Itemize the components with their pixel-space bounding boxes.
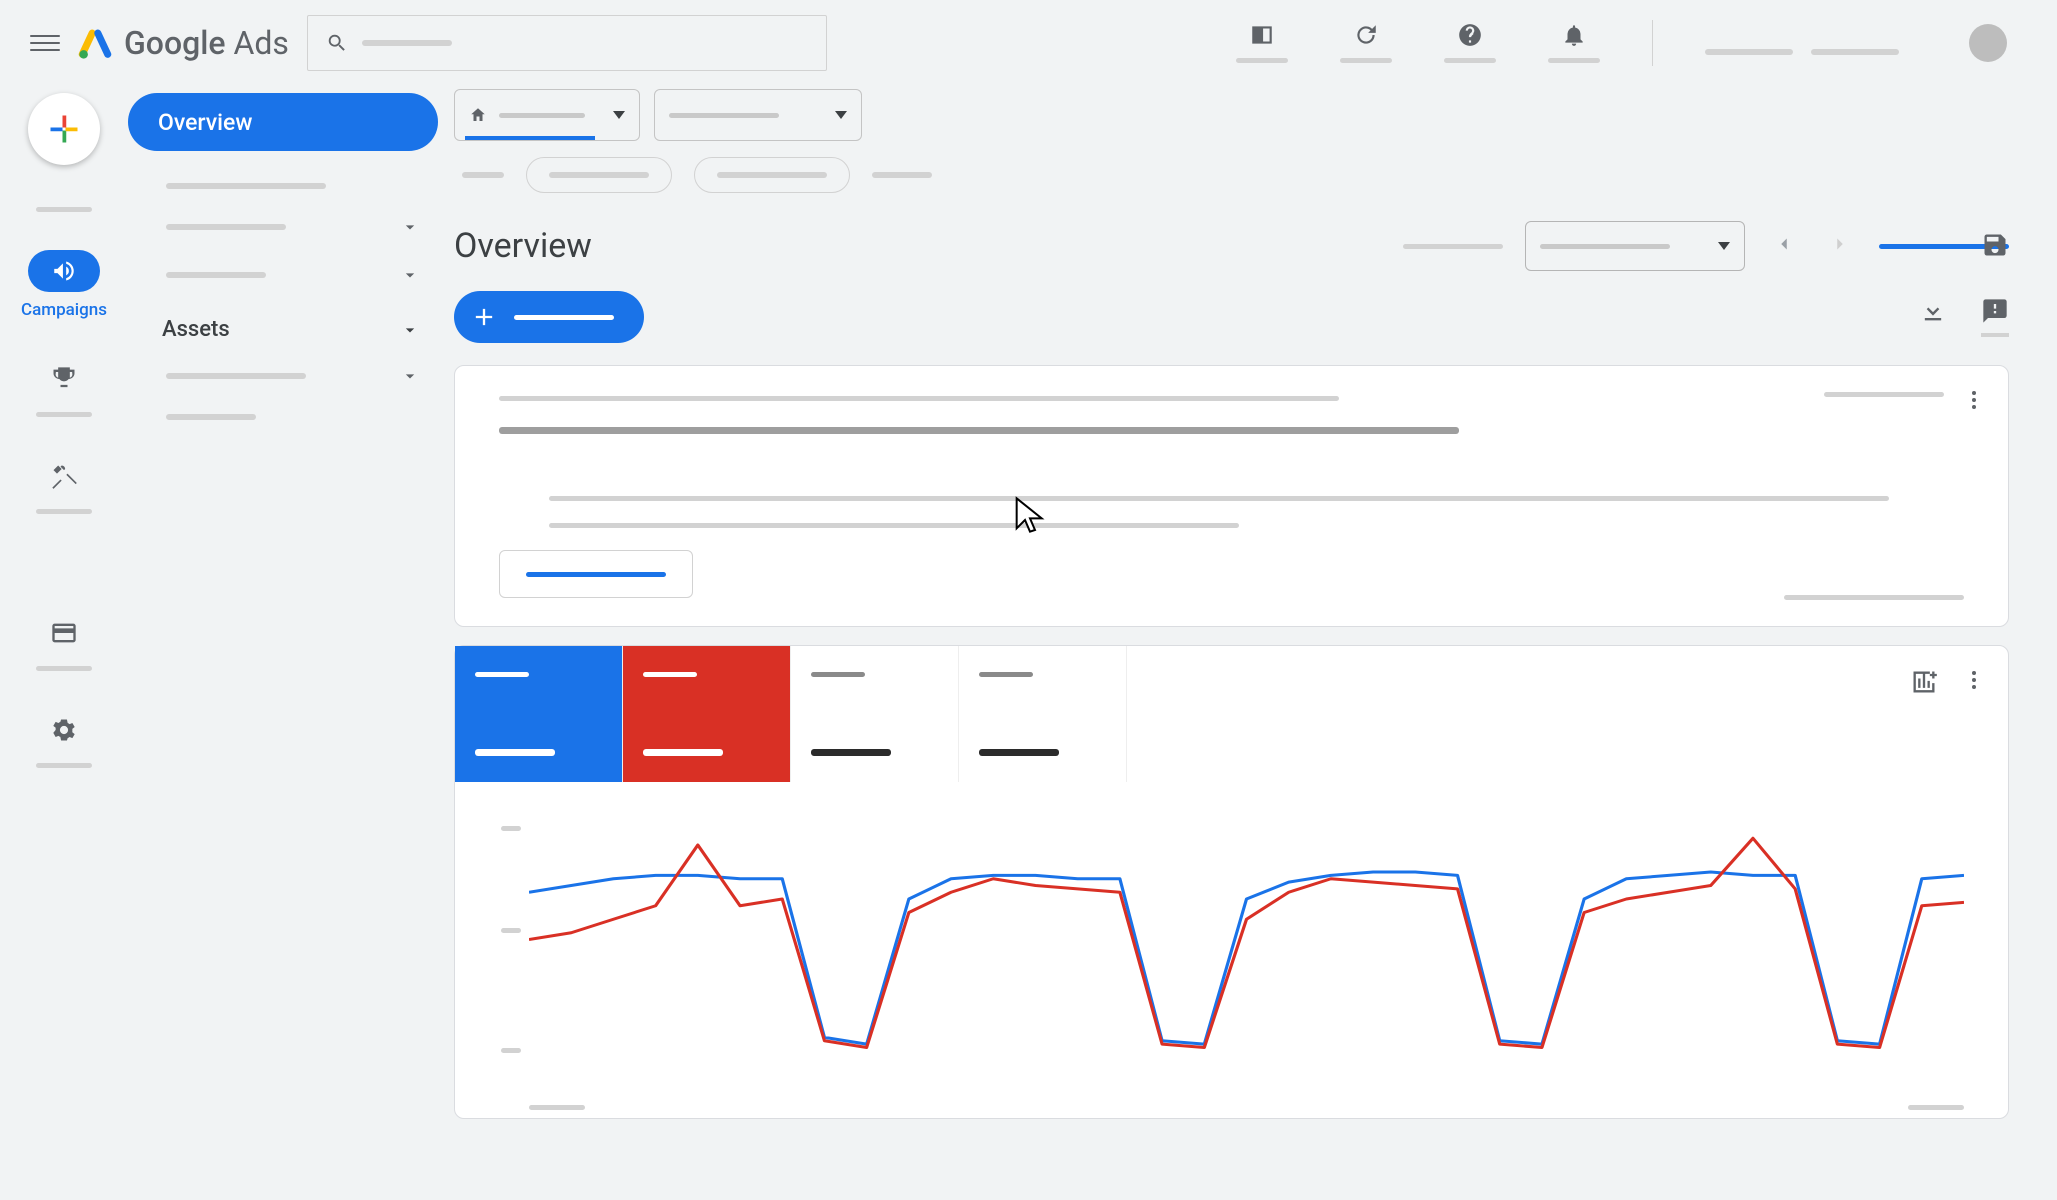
new-campaign-button[interactable] (454, 291, 644, 343)
refresh-button[interactable] (1340, 22, 1392, 63)
breadcrumb-row (462, 157, 2009, 193)
filter-chip[interactable] (526, 157, 672, 193)
chart-menu-button[interactable] (1962, 668, 1986, 696)
kebab-icon (1962, 388, 1986, 412)
account-scope-select[interactable] (454, 89, 640, 141)
date-range-select[interactable] (1525, 221, 1745, 271)
chevron-down-icon (400, 217, 420, 237)
notifications-button[interactable] (1548, 22, 1600, 63)
trophy-icon (50, 365, 78, 393)
filter-chip[interactable] (694, 157, 850, 193)
metric-tile-2[interactable] (623, 646, 791, 782)
search-icon (326, 32, 348, 54)
card-icon (50, 619, 78, 647)
main-content: Overview (438, 85, 2057, 1200)
performance-chart (529, 818, 1964, 1088)
create-fab[interactable] (28, 93, 100, 165)
campaign-scope-select[interactable] (654, 89, 862, 141)
sidenav-item[interactable] (128, 203, 438, 251)
metric-tile-4[interactable] (959, 646, 1127, 782)
sidenav-section-assets[interactable]: Assets (128, 299, 438, 352)
kebab-icon (1962, 668, 1986, 692)
download-icon (1919, 297, 1947, 325)
chevron-right-icon (1829, 233, 1851, 255)
sidenav-item[interactable] (128, 400, 438, 434)
card-meta-link[interactable] (1824, 392, 1944, 397)
rail-label: Campaigns (21, 300, 107, 320)
download-button[interactable] (1919, 297, 1947, 337)
rail-goals[interactable] (28, 358, 100, 417)
app-header: Google Ads (0, 0, 2057, 85)
plus-multicolor-icon (46, 111, 82, 147)
feedback-icon (1981, 297, 2009, 325)
brand-logo[interactable]: Google Ads (78, 24, 289, 62)
metric-tile-3[interactable] (791, 646, 959, 782)
page-title: Overview (454, 226, 592, 266)
account-picker[interactable] (1705, 31, 1899, 55)
card-secondary-link[interactable] (1784, 595, 1964, 600)
card-menu-button[interactable] (1962, 388, 1986, 416)
home-icon (469, 106, 487, 124)
appearance-toggle[interactable] (1236, 22, 1288, 63)
card-primary-action[interactable] (499, 550, 693, 598)
add-chart-icon (1910, 668, 1938, 696)
help-button[interactable] (1444, 22, 1496, 63)
avatar[interactable] (1969, 24, 2007, 62)
chevron-down-icon (400, 265, 420, 285)
rail-tools[interactable] (28, 455, 100, 514)
search-input[interactable] (307, 15, 827, 71)
performance-chart-card (454, 645, 2009, 1119)
sidenav-item[interactable] (128, 169, 438, 203)
menu-icon[interactable] (30, 28, 60, 58)
sidenav: Overview Assets (128, 85, 438, 1200)
chevron-down-icon (400, 366, 420, 386)
sidenav-overview[interactable]: Overview (128, 93, 438, 151)
feedback-button[interactable] (1981, 297, 2009, 337)
google-ads-logo-icon (78, 26, 112, 60)
date-prev-button[interactable] (1767, 227, 1801, 265)
gear-icon (50, 716, 78, 744)
help-icon (1457, 22, 1483, 48)
add-chart-metric-button[interactable] (1910, 668, 1938, 700)
panel-icon (1249, 22, 1275, 48)
brand-text: Google Ads (124, 24, 289, 62)
sidenav-item[interactable] (128, 251, 438, 299)
megaphone-icon (51, 258, 77, 284)
tools-icon (50, 462, 78, 490)
rail-billing[interactable] (28, 612, 100, 671)
search-placeholder (362, 40, 452, 46)
chevron-down-icon (400, 320, 420, 340)
bell-icon (1561, 22, 1587, 48)
sidenav-item[interactable] (128, 352, 438, 400)
chevron-left-icon (1773, 233, 1795, 255)
refresh-icon (1353, 22, 1379, 48)
nav-rail: Campaigns (0, 85, 128, 1200)
date-next-button[interactable] (1823, 227, 1857, 265)
recommendation-card (454, 365, 2009, 627)
sidenav-overview-label: Overview (158, 109, 252, 136)
rail-campaigns[interactable]: Campaigns (21, 250, 107, 320)
plus-icon (470, 303, 498, 331)
rail-admin[interactable] (28, 709, 100, 768)
save-page-button[interactable] (1981, 231, 2009, 263)
save-page-icon (1981, 231, 2009, 259)
metric-tile-1[interactable] (455, 646, 623, 782)
